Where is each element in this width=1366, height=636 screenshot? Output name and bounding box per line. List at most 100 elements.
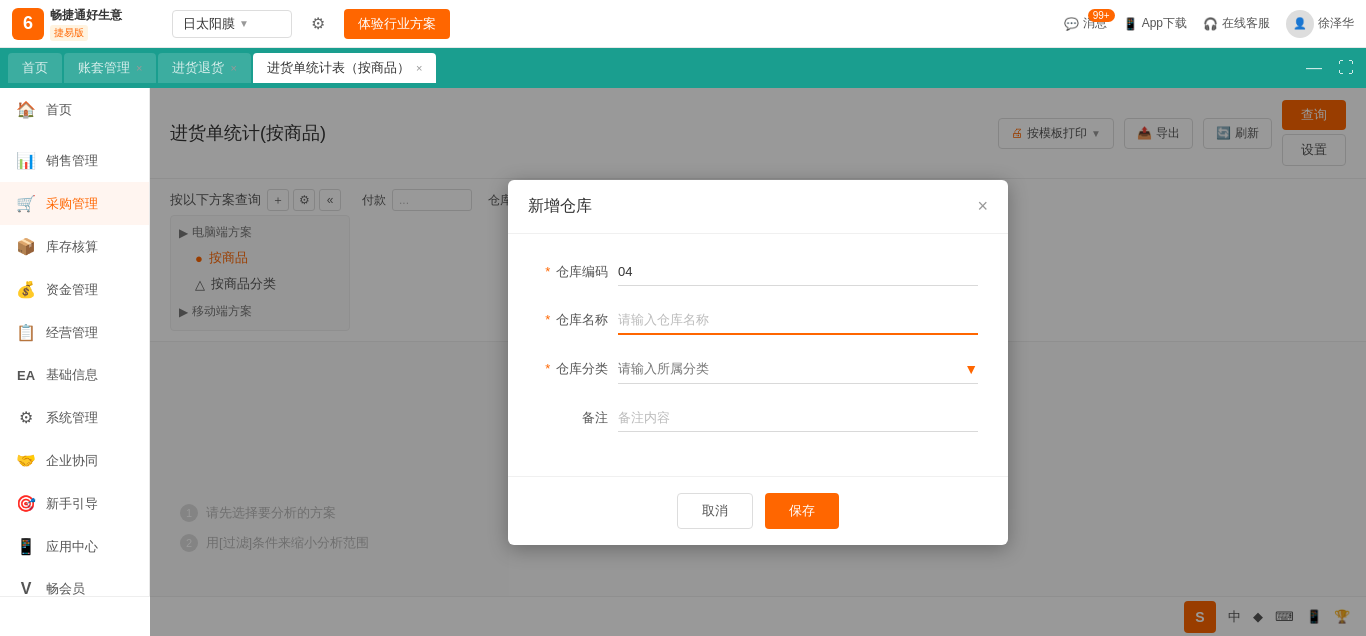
tab-bar: 首页 账套管理 × 进货退货 × 进货单统计表（按商品） × — ⛶: [0, 48, 1366, 88]
trial-button[interactable]: 体验行业方案: [344, 9, 450, 39]
sidebar: 🏠 首页 📊 销售管理 🛒 采购管理 📦 库存核算 💰 资金管理 📋 经营管理 …: [0, 88, 150, 636]
warehouse-category-label: * 仓库分类: [538, 360, 608, 378]
logo-text: 畅捷通好生意: [50, 7, 122, 24]
tab-bar-right: — ⛶: [1302, 55, 1358, 81]
sidebar-item-home[interactable]: 🏠 首页: [0, 88, 149, 131]
add-warehouse-modal: 新增仓库 × * 仓库编码 *: [508, 180, 1008, 545]
sidebar-item-purchase[interactable]: 🛒 采购管理: [0, 182, 149, 225]
headset-icon: 🎧: [1203, 17, 1218, 31]
tab-home-label: 首页: [22, 59, 48, 77]
sidebar-item-operations-label: 经营管理: [46, 324, 98, 342]
warehouse-category-input[interactable]: [618, 361, 964, 376]
content-area: 进货单统计(按商品) 🖨 按模板打印 ▼ 📤 导出 🔄 刷新: [150, 88, 1366, 636]
sidebar-item-sales-label: 销售管理: [46, 152, 98, 170]
tab-purchase-stats[interactable]: 进货单统计表（按商品） ×: [253, 53, 436, 83]
tab-account-management-close[interactable]: ×: [136, 62, 142, 74]
inventory-icon: 📦: [16, 237, 36, 256]
tab-minimize-icon[interactable]: —: [1302, 55, 1326, 81]
tab-purchase-return-label: 进货退货: [172, 59, 224, 77]
tab-purchase-stats-label: 进货单统计表（按商品）: [267, 59, 410, 77]
warehouse-code-input[interactable]: [618, 258, 978, 286]
app-logo-icon: 6: [12, 8, 44, 40]
category-chevron-down-icon: ▼: [964, 361, 978, 377]
online-service-btn[interactable]: 🎧 在线客服: [1203, 15, 1270, 32]
main-layout: 🏠 首页 📊 销售管理 🛒 采购管理 📦 库存核算 💰 资金管理 📋 经营管理 …: [0, 88, 1366, 636]
required-star-code: *: [545, 264, 550, 279]
sales-icon: 📊: [16, 151, 36, 170]
sidebar-item-basic-info-label: 基础信息: [46, 366, 98, 384]
tab-maximize-icon[interactable]: ⛶: [1334, 55, 1358, 81]
sidebar-item-newbie-label: 新手引导: [46, 495, 98, 513]
cancel-button[interactable]: 取消: [677, 493, 753, 529]
header-right: 💬 消息 99+ 📱 App下载 🎧 在线客服 👤 徐泽华: [1064, 10, 1354, 38]
messages-btn[interactable]: 💬 消息 99+: [1064, 15, 1107, 32]
sidebar-item-finance-label: 资金管理: [46, 281, 98, 299]
phone-icon: 📱: [1123, 17, 1138, 31]
purchase-icon: 🛒: [16, 194, 36, 213]
sidebar-item-app-center[interactable]: 📱 应用中心: [0, 525, 149, 568]
basic-info-icon: EA: [16, 368, 36, 383]
sidebar-item-enterprise[interactable]: 🤝 企业协同: [0, 439, 149, 482]
required-star-name: *: [545, 312, 550, 327]
required-star-category: *: [545, 361, 550, 376]
settings-icon-btn[interactable]: ⚙: [302, 8, 334, 40]
sidebar-item-system[interactable]: ⚙ 系统管理: [0, 396, 149, 439]
user-profile-btn[interactable]: 👤 徐泽华: [1286, 10, 1354, 38]
user-name: 徐泽华: [1318, 15, 1354, 32]
app-download-btn[interactable]: 📱 App下载: [1123, 15, 1187, 32]
sidebar-item-system-label: 系统管理: [46, 409, 98, 427]
sidebar-item-inventory-label: 库存核算: [46, 238, 98, 256]
top-header: 6 畅捷通好生意 捷易版 日太阳膜 ▼ ⚙ 体验行业方案 💬 消息 99+ 📱 …: [0, 0, 1366, 48]
sidebar-item-sales[interactable]: 📊 销售管理: [0, 139, 149, 182]
tab-account-management[interactable]: 账套管理 ×: [64, 53, 156, 83]
notes-label: 备注: [538, 409, 608, 427]
warehouse-name-input[interactable]: [618, 306, 978, 335]
tab-purchase-return[interactable]: 进货退货 ×: [158, 53, 250, 83]
system-icon: ⚙: [16, 408, 36, 427]
chevron-down-icon: ▼: [239, 18, 249, 29]
logo-badge: 捷易版: [50, 25, 88, 41]
store-selector[interactable]: 日太阳膜 ▼: [172, 10, 292, 38]
modal-body: * 仓库编码 * 仓库名称: [508, 234, 1008, 476]
store-name: 日太阳膜: [183, 15, 235, 33]
modal-title: 新增仓库: [528, 196, 592, 217]
messages-badge: 99+: [1088, 9, 1115, 22]
newbie-icon: 🎯: [16, 494, 36, 513]
logo-area: 6 畅捷通好生意 捷易版: [12, 7, 162, 41]
warehouse-code-label: * 仓库编码: [538, 263, 608, 281]
avatar: 👤: [1286, 10, 1314, 38]
gear-icon: ⚙: [311, 14, 325, 33]
sidebar-item-finance[interactable]: 💰 资金管理: [0, 268, 149, 311]
tab-home[interactable]: 首页: [8, 53, 62, 83]
modal-header: 新增仓库 ×: [508, 180, 1008, 234]
tab-account-management-label: 账套管理: [78, 59, 130, 77]
sidebar-item-operations[interactable]: 📋 经营管理: [0, 311, 149, 354]
sidebar-item-newbie[interactable]: 🎯 新手引导: [0, 482, 149, 525]
modal-footer: 取消 保存: [508, 476, 1008, 545]
modal-close-btn[interactable]: ×: [977, 197, 988, 215]
form-row-notes: 备注: [538, 404, 978, 432]
tab-purchase-return-close[interactable]: ×: [230, 62, 236, 74]
app-download-label: App下载: [1142, 15, 1187, 32]
finance-icon: 💰: [16, 280, 36, 299]
form-row-warehouse-name: * 仓库名称: [538, 306, 978, 335]
notes-input[interactable]: [618, 404, 978, 432]
sidebar-item-home-label: 首页: [46, 101, 72, 119]
warehouse-name-label: * 仓库名称: [538, 311, 608, 329]
form-row-warehouse-category: * 仓库分类 ▼: [538, 355, 978, 384]
home-icon: 🏠: [16, 100, 36, 119]
save-button[interactable]: 保存: [765, 493, 839, 529]
sidebar-item-purchase-label: 采购管理: [46, 195, 98, 213]
tab-purchase-stats-close[interactable]: ×: [416, 62, 422, 74]
form-row-warehouse-code: * 仓库编码: [538, 258, 978, 286]
sidebar-item-basic-info[interactable]: EA 基础信息: [0, 354, 149, 396]
warehouse-category-select[interactable]: ▼: [618, 355, 978, 384]
online-service-label: 在线客服: [1222, 15, 1270, 32]
app-center-icon: 📱: [16, 537, 36, 556]
sidebar-item-inventory[interactable]: 📦 库存核算: [0, 225, 149, 268]
operations-icon: 📋: [16, 323, 36, 342]
logo-text-area: 畅捷通好生意 捷易版: [50, 7, 122, 41]
enterprise-icon: 🤝: [16, 451, 36, 470]
message-icon: 💬: [1064, 17, 1079, 31]
sidebar-item-enterprise-label: 企业协同: [46, 452, 98, 470]
